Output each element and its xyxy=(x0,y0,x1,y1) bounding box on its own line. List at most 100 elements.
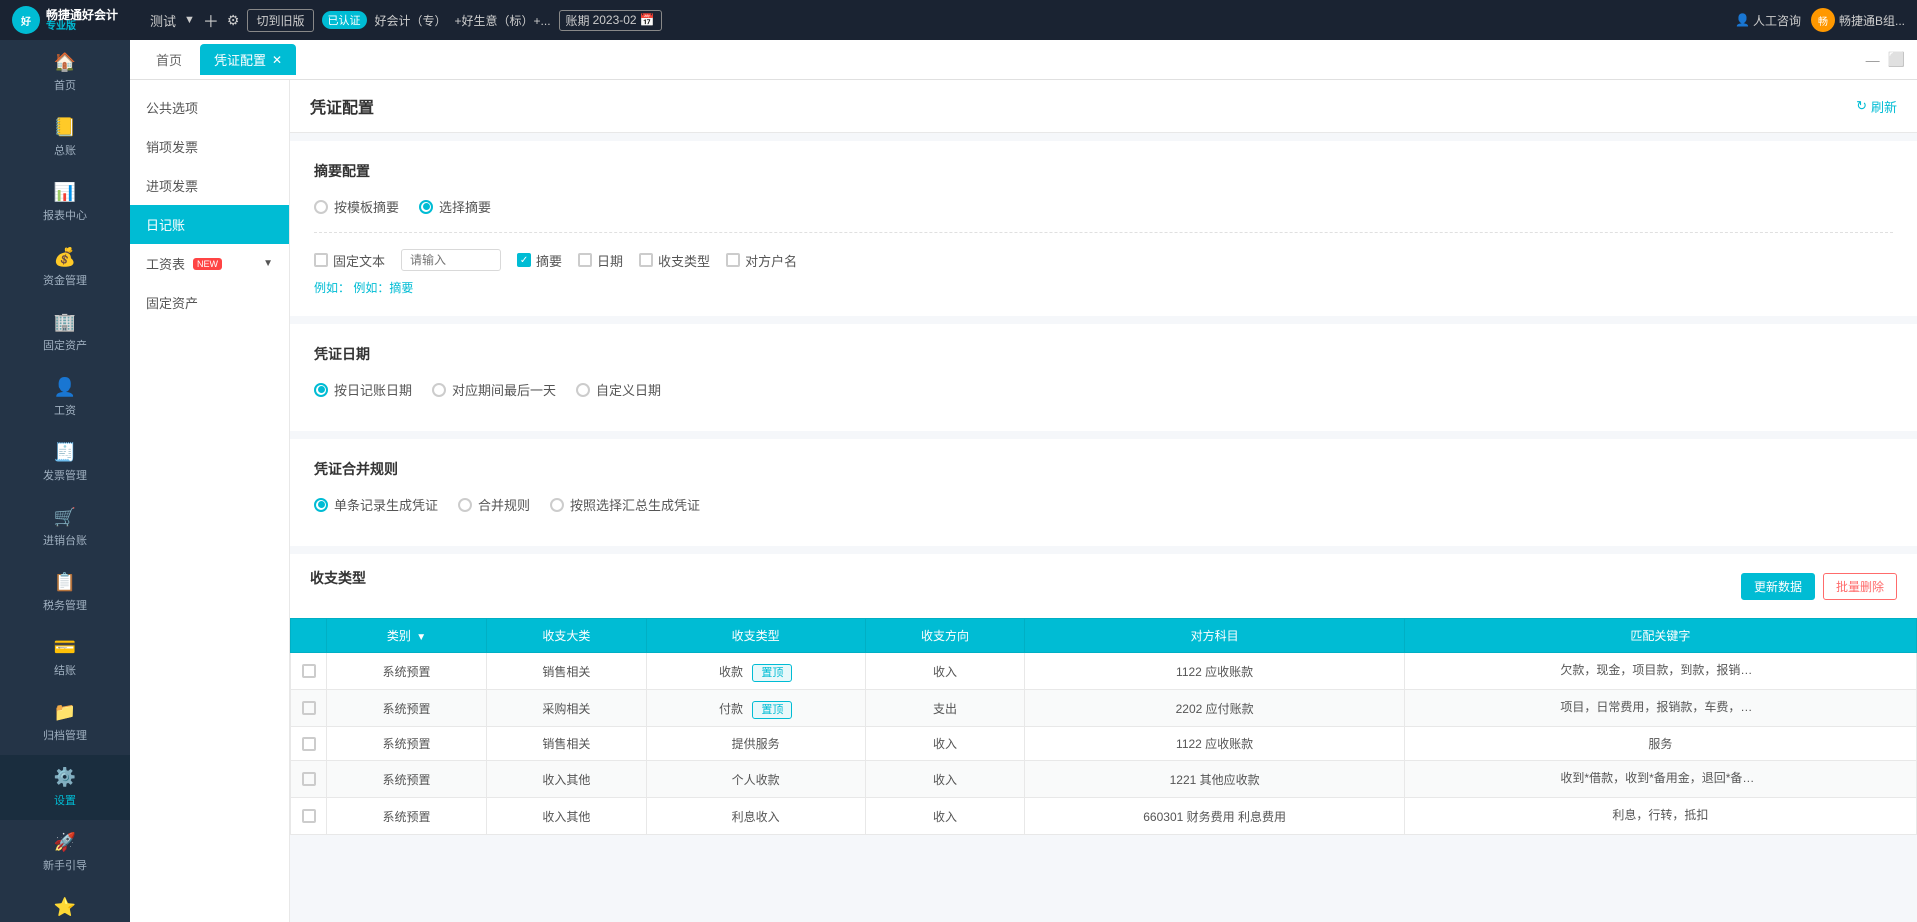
table-header: 类别 ▼ 收支大类 收支类型 收支方向 对方科目 匹配关键字 xyxy=(291,619,1917,653)
fixed-text-input[interactable] xyxy=(401,249,501,271)
row5-checkbox[interactable] xyxy=(302,809,316,823)
company-name[interactable]: 测试 xyxy=(150,11,176,30)
left-nav-salary[interactable]: 工资表 NEW ▼ xyxy=(130,244,289,283)
sidebar-item-invoice-mgmt[interactable]: 🧾 发票管理 xyxy=(0,430,130,495)
table-row: 系统预置 收入其他 利息收入 收入 660301 财务费用 利息费用 利息，行转… xyxy=(291,798,1917,835)
sidebar-label-guide: 新手引导 xyxy=(43,857,87,873)
refresh-icon: ↻ xyxy=(1856,98,1867,114)
sidebar-item-home[interactable]: 🏠 首页 xyxy=(0,40,130,105)
sidebar-item-settlement[interactable]: 💳 结账 xyxy=(0,625,130,690)
td-big-category-2: 采购相关 xyxy=(486,690,646,727)
th-keywords: 匹配关键字 xyxy=(1404,619,1916,653)
sidebar-item-guide[interactable]: 🚀 新手引导 xyxy=(0,820,130,885)
row4-checkbox[interactable] xyxy=(302,772,316,786)
sort-icon[interactable]: ▼ xyxy=(416,632,426,643)
tab-minimize-button[interactable]: — xyxy=(1866,51,1880,68)
checkbox-fixed-text[interactable]: 固定文本 xyxy=(314,251,385,270)
td-type-1: 收款 置顶 xyxy=(646,653,865,690)
update-data-button[interactable]: 更新数据 xyxy=(1741,573,1815,600)
counterpart-name-checkbox xyxy=(726,253,740,267)
home-icon: 🏠 xyxy=(54,52,76,73)
merge-rule-section: 凭证合并规则 单条记录生成凭证 合并规则 按照选择汇总生成凭证 xyxy=(290,439,1917,546)
td-big-category-3: 销售相关 xyxy=(486,727,646,761)
sidebar-label-salary: 工资 xyxy=(54,402,76,418)
tab-home[interactable]: 首页 xyxy=(142,44,196,75)
tab-close-icon[interactable]: ✕ xyxy=(272,53,282,67)
td-type-2: 付款 置顶 xyxy=(646,690,865,727)
sidebar-item-funds[interactable]: 💰 资金管理 xyxy=(0,235,130,300)
top-tag-btn-2[interactable]: 置顶 xyxy=(752,701,792,719)
sidebar-item-settings[interactable]: ⚙️ 设置 xyxy=(0,755,130,820)
sidebar-item-purchase[interactable]: 🛒 进销台账 xyxy=(0,495,130,560)
checkbox-summary[interactable]: ✓ 摘要 xyxy=(517,251,562,270)
tax-icon: 📋 xyxy=(54,572,76,593)
user-info[interactable]: 畅 畅捷通B组... xyxy=(1811,8,1905,32)
row1-checkbox[interactable] xyxy=(302,664,316,678)
radio-template-summary[interactable]: 按模板摘要 xyxy=(314,197,399,216)
sidebar-item-ledger[interactable]: 📒 总账 xyxy=(0,105,130,170)
sidebar-item-archive[interactable]: 📁 归档管理 xyxy=(0,690,130,755)
sidebar-item-reports[interactable]: 📊 报表中心 xyxy=(0,170,130,235)
checkbox-counterpart-name[interactable]: 对方户名 xyxy=(726,251,797,270)
th-big-category: 收支大类 xyxy=(486,619,646,653)
merge-rule-radio xyxy=(458,498,472,512)
add-icon[interactable]: ＋ xyxy=(203,8,219,32)
td-type-3: 提供服务 xyxy=(646,727,865,761)
left-nav-purchase-invoice[interactable]: 进项发票 xyxy=(130,166,289,205)
select-all-checkbox[interactable] xyxy=(302,629,316,643)
company-arrow-icon[interactable]: ▼ xyxy=(184,14,195,26)
calendar-icon[interactable]: 📅 xyxy=(640,13,655,27)
radio-select-summary[interactable]: 选择摘要 xyxy=(419,197,491,216)
period-value: 2023-02 xyxy=(593,13,637,27)
table-row: 系统预置 收入其他 个人收款 收入 1221 其他应收款 收到*借款，收到*备用… xyxy=(291,761,1917,798)
sidebar-item-member[interactable]: ⭐ 畅会员 xyxy=(0,885,130,922)
tab-voucher-config[interactable]: 凭证配置 ✕ xyxy=(200,44,296,75)
sidebar-item-assets[interactable]: 🏢 固定资产 xyxy=(0,300,130,365)
td-type-5: 利息收入 xyxy=(646,798,865,835)
logo-icon: 好 xyxy=(12,6,40,34)
sidebar-item-tax[interactable]: 📋 税务管理 xyxy=(0,560,130,625)
user-avatar: 畅 xyxy=(1811,8,1835,32)
sidebar-label-assets: 固定资产 xyxy=(43,337,87,353)
left-nav-fixed-assets[interactable]: 固定资产 xyxy=(130,283,289,322)
support-link[interactable]: 👤 人工咨询 xyxy=(1735,12,1801,29)
tab-bar: 首页 凭证配置 ✕ — ⬜ xyxy=(130,40,1917,80)
top-tag-btn-1[interactable]: 置顶 xyxy=(752,664,792,682)
radio-merge-rule[interactable]: 合并规则 xyxy=(458,495,530,514)
checkbox-date[interactable]: 日期 xyxy=(578,251,623,270)
sidebar-item-salary[interactable]: 👤 工资 xyxy=(0,365,130,430)
single-record-radio xyxy=(314,498,328,512)
summary-radio-group: 按模板摘要 选择摘要 xyxy=(314,197,1893,216)
row2-checkbox[interactable] xyxy=(302,701,316,715)
period-tag: 账期 2023-02 📅 xyxy=(559,10,662,31)
settlement-icon: 💳 xyxy=(54,637,76,658)
td-big-category-5: 收入其他 xyxy=(486,798,646,835)
select-summary-gen-radio xyxy=(550,498,564,512)
settings-icon[interactable]: ⚙ xyxy=(227,12,240,29)
switch-version-button[interactable]: 切到旧版 xyxy=(247,9,313,32)
radio-select-summary-gen[interactable]: 按照选择汇总生成凭证 xyxy=(550,495,700,514)
tab-maximize-button[interactable]: ⬜ xyxy=(1888,51,1905,68)
radio-last-day[interactable]: 对应期间最后一天 xyxy=(432,380,556,399)
radio-diary-date[interactable]: 按日记账日期 xyxy=(314,380,412,399)
td-checkbox-4 xyxy=(291,761,327,798)
refresh-button[interactable]: ↻ 刷新 xyxy=(1856,97,1897,116)
accounting-badge: 好会计（专） xyxy=(375,12,447,29)
tab-bar-right: — ⬜ xyxy=(1866,51,1905,68)
reports-icon: 📊 xyxy=(54,182,76,203)
left-nav-public[interactable]: 公共选项 xyxy=(130,88,289,127)
row3-checkbox[interactable] xyxy=(302,737,316,751)
app-logo: 好 畅捷通好会计 专业版 xyxy=(12,6,142,34)
radio-custom-date[interactable]: 自定义日期 xyxy=(576,380,661,399)
radio-single-record[interactable]: 单条记录生成凭证 xyxy=(314,495,438,514)
invoice-mgmt-icon: 🧾 xyxy=(54,442,76,463)
config-header: 凭证配置 ↻ 刷新 xyxy=(290,80,1917,133)
td-keywords-4: 收到*借款，收到*备用金，退回*备用金，个人 xyxy=(1404,761,1916,798)
business-badge: +好生意（标）+... xyxy=(455,12,551,29)
merge-rule-radio-group: 单条记录生成凭证 合并规则 按照选择汇总生成凭证 xyxy=(314,495,1893,514)
sidebar-label-settings: 设置 xyxy=(54,792,76,808)
left-nav-sales-invoice[interactable]: 销项发票 xyxy=(130,127,289,166)
batch-delete-button[interactable]: 批量删除 xyxy=(1823,573,1897,600)
checkbox-income-type[interactable]: 收支类型 xyxy=(639,251,710,270)
left-nav-diary[interactable]: 日记账 xyxy=(130,205,289,244)
